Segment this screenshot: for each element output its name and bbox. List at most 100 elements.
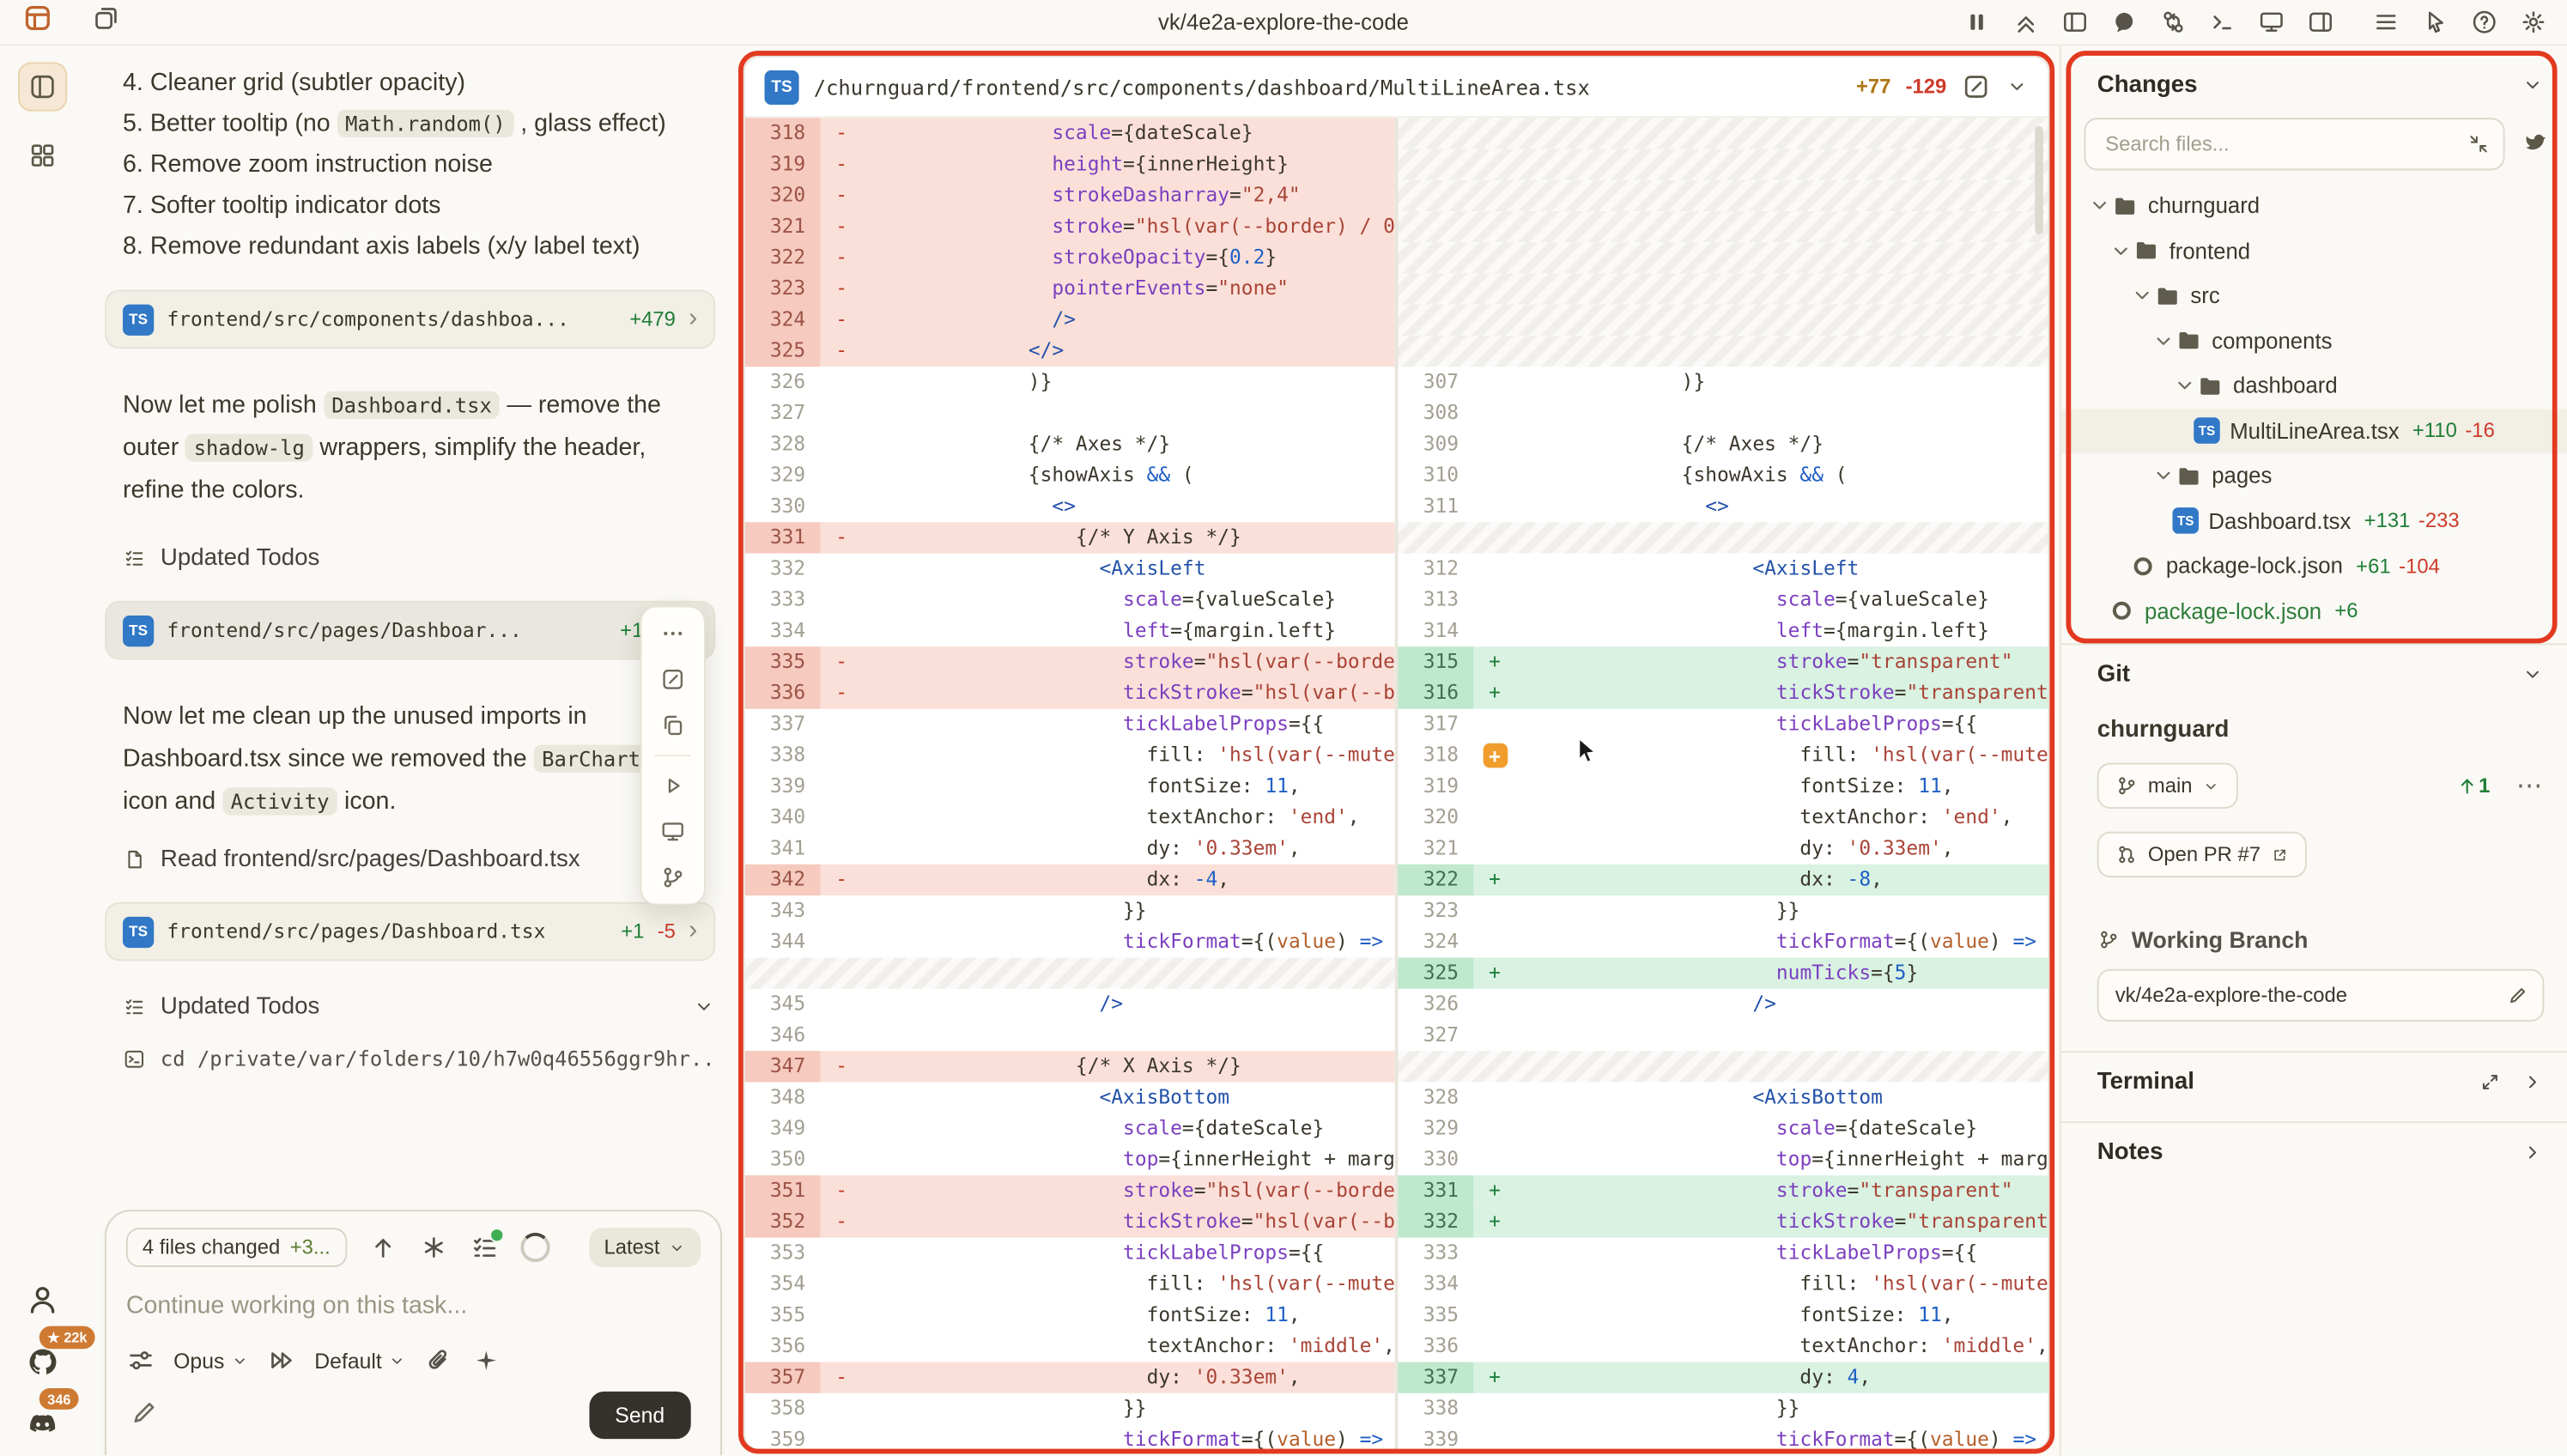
- line-number: 318: [745, 118, 821, 149]
- code-line: stroke="hsl(var(--border) / 0.5)": [863, 1175, 1395, 1206]
- tree-item-src[interactable]: src: [2061, 273, 2567, 318]
- code-line: tickStroke="transparent": [1516, 1206, 2048, 1237]
- diff-marker: -: [820, 211, 863, 242]
- search-files-input[interactable]: [2102, 131, 2457, 158]
- diff-marker: -: [820, 1175, 863, 1206]
- tool-call-row[interactable]: Updated Todos: [105, 993, 715, 1020]
- code-line: <>: [863, 491, 1395, 522]
- code-line: />: [1516, 989, 2048, 1020]
- branch-dropdown[interactable]: main: [2097, 763, 2238, 809]
- branch-icon[interactable]: [659, 864, 686, 891]
- file-chip[interactable]: TSfrontend/src/pages/Dashboard.tsx+1-5›: [105, 902, 715, 962]
- copy-icon[interactable]: [659, 713, 686, 739]
- code-line: stroke="transparent": [1516, 1175, 2048, 1206]
- inline-code: Activity: [222, 787, 337, 815]
- file-chip[interactable]: TSfrontend/src/pages/Dashboar...+130-2: [105, 601, 715, 660]
- pencil-icon[interactable]: [2506, 984, 2529, 1007]
- collapse-diff-icon[interactable]: [2006, 76, 2029, 99]
- line-number: 338: [1398, 1393, 1473, 1424]
- line-number: 320: [1398, 802, 1473, 833]
- monitor-icon[interactable]: [659, 818, 686, 845]
- file-chip[interactable]: TSfrontend/src/components/dashboa...+479…: [105, 290, 715, 349]
- model-dropdown[interactable]: Opus: [173, 1348, 249, 1373]
- pause-icon[interactable]: [1963, 9, 1990, 36]
- pointer-icon[interactable]: [2421, 9, 2449, 36]
- diff-marker: [1473, 895, 1516, 926]
- account-icon[interactable]: [25, 1282, 61, 1318]
- code-line: fill: 'hsl(var(--muted-foreground))',: [1516, 740, 2048, 771]
- scroll-top-icon[interactable]: [368, 1233, 397, 1262]
- add-comment-button[interactable]: +: [1483, 743, 1508, 768]
- grid-view-button[interactable]: [18, 131, 67, 180]
- sparkle-icon[interactable]: [472, 1345, 501, 1374]
- working-branch-field[interactable]: vk/4e2a-explore-the-code: [2097, 969, 2545, 1022]
- diff-marker: [1473, 585, 1516, 616]
- diff-row-old: 356 textAnchor: 'middle',: [745, 1331, 1395, 1362]
- terminal-icon[interactable]: [2208, 9, 2236, 36]
- fast-forward-icon[interactable]: [267, 1345, 296, 1374]
- open-pr-button[interactable]: Open PR #7: [2097, 832, 2307, 877]
- diff-marker: -: [820, 646, 863, 677]
- tree-item-dashboard-tsx[interactable]: TSDashboard.tsx+131-233: [2061, 499, 2567, 543]
- tree-item-package-lock-json[interactable]: package-lock.json+6: [2061, 589, 2567, 634]
- tool-call-row[interactable]: Read frontend/src/pages/Dashboard.tsx: [105, 846, 715, 873]
- expand-icon[interactable]: [2479, 1071, 2502, 1094]
- chat-dot-icon[interactable]: [2110, 9, 2138, 36]
- window-stack-icon[interactable]: [92, 3, 121, 41]
- mode-dropdown[interactable]: Default: [314, 1348, 406, 1373]
- git-more-button[interactable]: ⋯: [2516, 769, 2544, 802]
- tree-item-package-lock-json[interactable]: package-lock.json+61-104: [2061, 543, 2567, 588]
- tree-item-multilinearea-tsx[interactable]: TSMultiLineArea.tsx+110-16: [2061, 409, 2567, 453]
- changes-section-header[interactable]: Changes: [2061, 56, 2567, 115]
- package-lock-icon: [2109, 598, 2135, 624]
- composer-input[interactable]: Continue working on this task...: [126, 1292, 701, 1320]
- send-button[interactable]: Send: [589, 1392, 691, 1439]
- tree-item-components[interactable]: components: [2061, 318, 2567, 363]
- collapse-icon[interactable]: [2012, 9, 2040, 36]
- diff-row-new: 308: [1398, 397, 2048, 428]
- attach-icon[interactable]: [424, 1345, 453, 1374]
- settings-icon[interactable]: [2520, 9, 2547, 36]
- menu-icon[interactable]: [2372, 9, 2400, 36]
- line-number: 324: [745, 305, 821, 336]
- todo-status-button[interactable]: [470, 1233, 499, 1262]
- chevron-down-icon[interactable]: [693, 995, 716, 1018]
- panel-left-icon[interactable]: [2061, 9, 2089, 36]
- terminal-section-header[interactable]: Terminal: [2061, 1053, 2567, 1112]
- diff-marker: [1473, 834, 1516, 864]
- tree-item-pages[interactable]: pages: [2061, 453, 2567, 498]
- diff-scrollbar[interactable]: [2035, 126, 2043, 234]
- tree-item-dashboard[interactable]: dashboard: [2061, 363, 2567, 408]
- diff-marker: [820, 989, 863, 1020]
- bird-icon[interactable]: [2521, 130, 2551, 159]
- loading-spinner: [520, 1233, 549, 1262]
- asterisk-icon[interactable]: [419, 1233, 448, 1262]
- diff-marker: -: [820, 305, 863, 336]
- app-logo-icon[interactable]: [23, 3, 52, 41]
- tool-call-row[interactable]: cd /private/var/folders/10/h7w0q46556ggr…: [105, 1046, 715, 1071]
- settings-sliders-icon[interactable]: [126, 1345, 155, 1374]
- git-compare-icon[interactable]: [2159, 9, 2187, 36]
- diff-marker: [1473, 926, 1516, 957]
- line-number: 357: [745, 1362, 821, 1393]
- tool-call-row[interactable]: Updated Todos: [105, 545, 715, 572]
- edit-icon[interactable]: [659, 666, 686, 693]
- tree-item-frontend[interactable]: frontend: [2061, 228, 2567, 273]
- brush-icon[interactable]: [130, 1398, 159, 1427]
- diff-marker: [820, 585, 863, 616]
- monitor-icon[interactable]: [2258, 9, 2285, 36]
- discord-icon[interactable]: [25, 1406, 61, 1442]
- play-icon[interactable]: [659, 773, 686, 799]
- files-changed-pill[interactable]: 4 files changed +3...: [126, 1228, 347, 1267]
- tree-item-churnguard[interactable]: churnguard: [2061, 184, 2567, 228]
- collapse-tree-icon[interactable]: [2467, 132, 2491, 155]
- panel-right-icon[interactable]: [2307, 9, 2334, 36]
- ellipsis-icon[interactable]: [659, 621, 686, 647]
- git-section-header[interactable]: Git: [2061, 645, 2567, 704]
- diff-body: 318- scale={dateScale}319- height={inner…: [745, 118, 2048, 1450]
- open-in-editor-icon[interactable]: [1961, 72, 1990, 101]
- notes-section-header[interactable]: Notes: [2061, 1123, 2567, 1182]
- help-icon[interactable]: [2471, 9, 2498, 36]
- workspace-button[interactable]: [18, 62, 67, 111]
- latest-dropdown[interactable]: Latest: [589, 1228, 701, 1267]
